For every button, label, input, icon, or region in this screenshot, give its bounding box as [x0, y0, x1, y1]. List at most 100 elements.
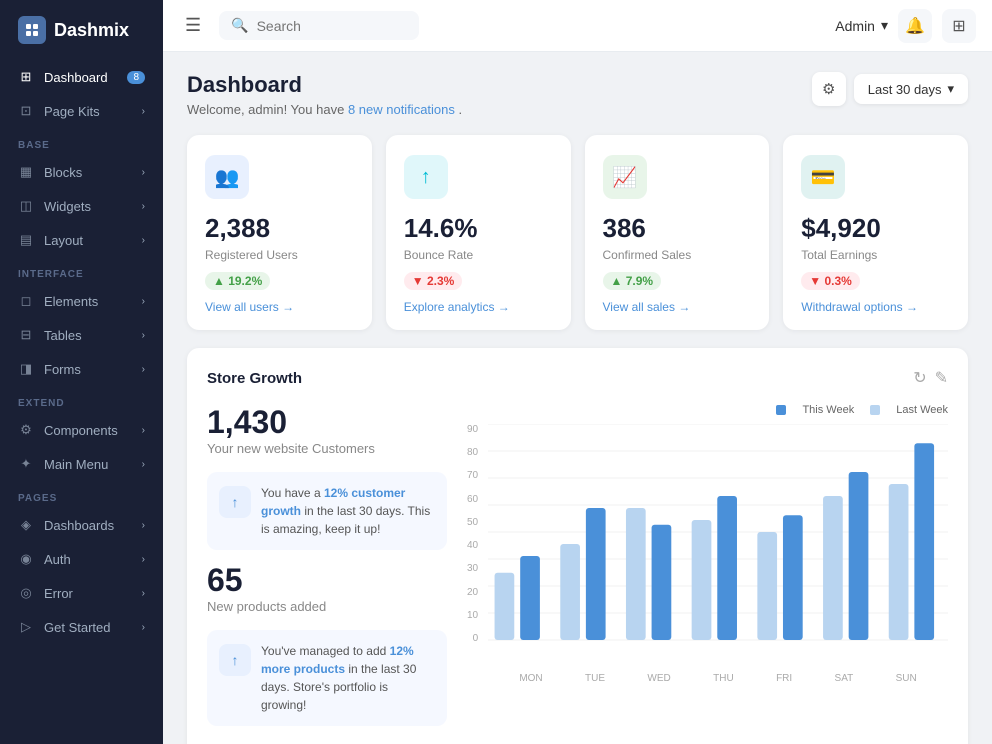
search-input[interactable] [257, 18, 387, 34]
sidebar-item-label: Main Menu [44, 457, 108, 472]
notifications-button[interactable]: 🔔 [898, 9, 932, 43]
bar-last-week-6 [889, 484, 909, 640]
bar-this-week-6 [914, 443, 934, 640]
widgets-icon: ◫ [18, 198, 34, 214]
subtitle-suffix: . [459, 102, 463, 117]
stat-icon-1: ↑ [404, 155, 448, 199]
section-actions: ↻ ✎ [913, 368, 948, 388]
bar-this-week-3 [717, 496, 737, 640]
page-kits-icon: ⊡ [18, 103, 34, 119]
stat-change-3: ▼ 0.3% [801, 272, 950, 290]
brand: Dashmix [0, 0, 163, 60]
last-week-legend-dot [870, 405, 880, 415]
sidebar-item-get-started[interactable]: ▷ Get Started › [0, 610, 163, 644]
page-area: Dashboard Welcome, admin! You have 8 new… [163, 52, 992, 744]
admin-dropdown[interactable]: Admin ▾ [835, 17, 888, 34]
bar-last-week-3 [692, 520, 712, 640]
x-axis-label: SAT [835, 673, 854, 684]
sidebar-item-dashboards[interactable]: ◈ Dashboards › [0, 508, 163, 542]
sidebar-item-elements[interactable]: ◻ Elements › [0, 284, 163, 318]
sidebar-item-error[interactable]: ◎ Error › [0, 576, 163, 610]
x-axis-label: THU [713, 673, 734, 684]
bar-last-week-0 [495, 573, 515, 640]
chevron-icon: › [142, 554, 145, 565]
customer-growth-card: ↑ You have a 12% customer growth in the … [207, 472, 447, 550]
notification-link[interactable]: 8 new notifications [348, 102, 455, 117]
products-growth-card: ↑ You've managed to add 12% more product… [207, 630, 447, 726]
last-week-legend-label: Last Week [896, 404, 948, 416]
this-week-legend-dot [776, 405, 786, 415]
stat-link-1[interactable]: Explore analytics → [404, 300, 553, 314]
grid-view-button[interactable]: ⊞ [942, 9, 976, 43]
dashboard-badge: 8 [127, 71, 145, 84]
refresh-icon[interactable]: ↻ [913, 368, 926, 388]
change-badge-3: ▼ 0.3% [801, 272, 860, 290]
growth-left: 1,430 Your new website Customers ↑ You h… [207, 404, 447, 738]
sidebar-item-auth[interactable]: ◉ Auth › [0, 542, 163, 576]
sidebar-item-label: Dashboard [44, 70, 108, 85]
get-started-icon: ▷ [18, 619, 34, 635]
sidebar-item-blocks[interactable]: ▦ Blocks › [0, 155, 163, 189]
search-bar[interactable]: 🔍 [219, 11, 419, 40]
header-right: ⚙ Last 30 days ▾ [812, 72, 968, 106]
subtitle-prefix: Welcome, admin! You have [187, 102, 344, 117]
sidebar-section-extend: EXTEND [0, 386, 163, 413]
customers-label: Your new website Customers [207, 441, 447, 456]
settings-button[interactable]: ⚙ [812, 72, 846, 106]
customers-count: 1,430 [207, 404, 447, 441]
change-badge-0: ▲ 19.2% [205, 272, 270, 290]
stat-label-1: Bounce Rate [404, 248, 553, 262]
chevron-icon: › [142, 235, 145, 246]
brand-icon [18, 16, 46, 44]
sidebar-item-label: Get Started [44, 620, 110, 635]
y-label-10: 10 [467, 610, 478, 621]
admin-chevron-icon: ▾ [881, 17, 888, 34]
date-filter-button[interactable]: Last 30 days ▾ [854, 74, 968, 104]
sidebar-item-dashboard[interactable]: ⊞ Dashboard 8 [0, 60, 163, 94]
sidebar-item-layout[interactable]: ▤ Layout › [0, 223, 163, 257]
chevron-icon: › [142, 364, 145, 375]
stat-card: 💳 $4,920 Total Earnings ▼ 0.3% Withdrawa… [783, 135, 968, 330]
sidebar-item-label: Tables [44, 328, 82, 343]
stat-change-2: ▲ 7.9% [603, 272, 752, 290]
y-label-80: 80 [467, 447, 478, 458]
forms-icon: ◨ [18, 361, 34, 377]
bar-this-week-1 [586, 508, 606, 640]
stat-label-3: Total Earnings [801, 248, 950, 262]
menu-toggle-button[interactable]: ☰ [179, 9, 207, 42]
section-title: Store Growth [207, 370, 302, 387]
edit-icon[interactable]: ✎ [935, 368, 948, 388]
sidebar-item-widgets[interactable]: ◫ Widgets › [0, 189, 163, 223]
stat-link-2[interactable]: View all sales → [603, 300, 752, 314]
x-axis-label: FRI [776, 673, 792, 684]
sidebar-item-main-menu[interactable]: ✦ Main Menu › [0, 447, 163, 481]
sidebar-item-page-kits[interactable]: ⊡ Page Kits › [0, 94, 163, 128]
chart-area: This Week Last Week 90 80 70 60 50 40 30 [467, 404, 948, 738]
y-label-60: 60 [467, 494, 478, 505]
stat-link-3[interactable]: Withdrawal options → [801, 300, 950, 314]
bar-this-week-5 [849, 472, 869, 640]
stat-cards: 👥 2,388 Registered Users ▲ 19.2% View al… [187, 135, 968, 330]
change-badge-1: ▼ 2.3% [404, 272, 463, 290]
products-growth-text: You've managed to add 12% more products … [261, 642, 435, 714]
sidebar-section-interface: INTERFACE [0, 257, 163, 284]
stat-link-0[interactable]: View all users → [205, 300, 354, 314]
sidebar-item-label: Auth [44, 552, 71, 567]
brand-name: Dashmix [54, 20, 129, 41]
products-up-icon: ↑ [219, 644, 251, 676]
chart-legend: This Week Last Week [467, 404, 948, 416]
stat-icon-2: 📈 [603, 155, 647, 199]
stat-change-0: ▲ 19.2% [205, 272, 354, 290]
sidebar-item-forms[interactable]: ◨ Forms › [0, 352, 163, 386]
sidebar-item-components[interactable]: ⚙ Components › [0, 413, 163, 447]
y-label-20: 20 [467, 587, 478, 598]
bar-this-week-0 [520, 556, 540, 640]
sidebar-item-label: Forms [44, 362, 81, 377]
sidebar-item-tables[interactable]: ⊟ Tables › [0, 318, 163, 352]
sidebar: Dashmix ⊞ Dashboard 8 ⊡ Page Kits › BASE… [0, 0, 163, 744]
x-axis-label: SUN [896, 673, 917, 684]
chevron-icon: › [142, 167, 145, 178]
stat-change-1: ▼ 2.3% [404, 272, 553, 290]
sidebar-section-base: BASE [0, 128, 163, 155]
bar-last-week-4 [757, 532, 777, 640]
